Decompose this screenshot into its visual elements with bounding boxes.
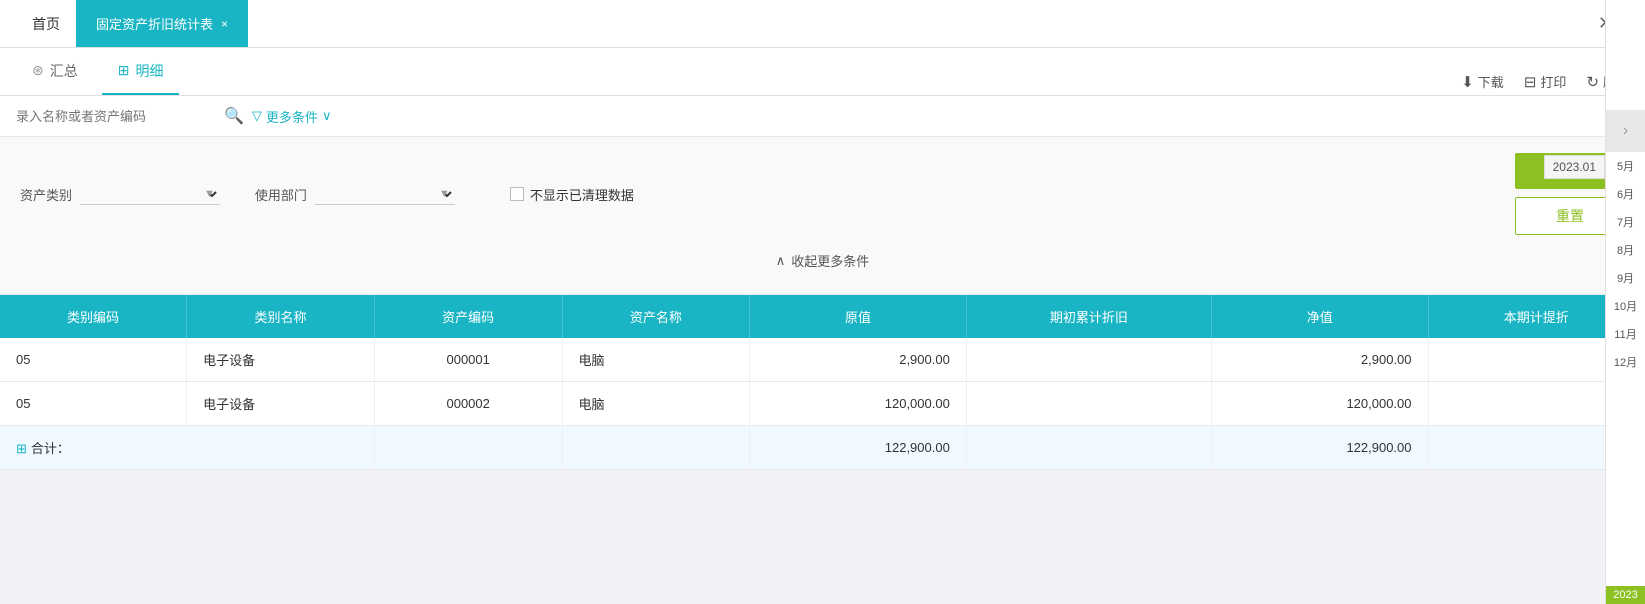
cell-category-name: 电子设备 (187, 382, 375, 426)
total-label: ⊞合计： (0, 426, 374, 470)
total-net-value: 122,900.00 (1211, 426, 1428, 470)
hide-cleared-label: 不显示已清理数据 (530, 185, 634, 204)
date-range-text: 2023.01 (1553, 160, 1596, 174)
cell-net-value: 120,000.00 (1211, 382, 1428, 426)
hide-cleared-filter: 不显示已清理数据 (510, 185, 634, 204)
dept-filter: 使用部门 ▼ (255, 183, 450, 205)
detail-label: 明细 (135, 61, 163, 81)
print-button[interactable]: ⊟ 打印 (1524, 72, 1567, 91)
more-conditions-label: 更多条件 (266, 107, 318, 126)
date-range-label[interactable]: 2023.01 (1544, 155, 1605, 179)
table-header-row: 类别编码 类别名称 资产编码 资产名称 原值 期初累计折旧 净值 本期计提折 (0, 295, 1645, 338)
col-asset-name: 资产名称 (562, 295, 750, 338)
collapse-conditions-button[interactable]: ∧ 收起更多条件 (20, 243, 1625, 278)
chevron-down-icon: ∨ (322, 108, 332, 124)
sidebar-month-item[interactable]: 6月 (1614, 180, 1637, 208)
active-tab[interactable]: 固定资产折旧统计表 × (76, 0, 248, 47)
asset-table: 类别编码 类别名称 资产编码 资产名称 原值 期初累计折旧 净值 本期计提折 0… (0, 295, 1645, 470)
cell-category-code: 05 (0, 338, 187, 382)
print-label: 打印 (1540, 72, 1566, 91)
table-total-row: ⊞合计： 122,900.00 122,900.00 (0, 426, 1645, 470)
search-input[interactable] (16, 109, 216, 124)
cell-accumulated-depreciation (966, 382, 1211, 426)
print-icon: ⊟ (1524, 73, 1537, 91)
tab-close-icon[interactable]: × (221, 17, 228, 31)
dept-select[interactable] (315, 183, 455, 205)
tab-summary[interactable]: ⊛ 汇总 (16, 48, 94, 95)
filter-icon: ▽ (252, 108, 262, 124)
tab-label: 固定资产折旧统计表 (96, 14, 213, 33)
tab-bar: ⊛ 汇总 ⊞ 明细 ⬇ 下载 ⊟ 打印 ↻ 刷新 (0, 48, 1645, 96)
sidebar-month-item[interactable]: 12月 (1614, 348, 1637, 376)
hide-cleared-checkbox[interactable] (510, 187, 524, 201)
cell-original-value: 2,900.00 (750, 338, 967, 382)
table-row: 05 电子设备 000002 电脑 120,000.00 120,000.00 (0, 382, 1645, 426)
cell-category-name: 电子设备 (187, 338, 375, 382)
cell-asset-code: 000001 (374, 338, 562, 382)
cell-asset-name: 电脑 (562, 338, 750, 382)
col-accumulated-depreciation: 期初累计折旧 (966, 295, 1211, 338)
summary-icon: ⊛ (32, 62, 44, 79)
dept-dropdown-arrow: ▼ (439, 188, 450, 200)
more-conditions-button[interactable]: ▽ 更多条件 ∨ (252, 107, 332, 126)
sidebar-month-item[interactable]: 10月 (1614, 292, 1637, 320)
total-asset-name (562, 426, 750, 470)
detail-icon: ⊞ (118, 62, 130, 79)
total-accumulated-depreciation (966, 426, 1211, 470)
col-category-name: 类别名称 (187, 295, 375, 338)
cell-accumulated-depreciation (966, 338, 1211, 382)
col-asset-code: 资产编码 (374, 295, 562, 338)
collapse-label: 收起更多条件 (791, 251, 869, 270)
search-bar: 🔍 ▽ 更多条件 ∨ (0, 96, 1645, 137)
home-nav-item[interactable]: 首页 (16, 0, 76, 47)
col-category-code: 类别编码 (0, 295, 187, 338)
right-sidebar: › 5月6月7月8月9月10月11月12月 2023 (1605, 0, 1645, 604)
sidebar-month-item[interactable]: 7月 (1614, 208, 1637, 236)
chevron-up-icon: ∧ (776, 253, 786, 269)
asset-type-filter: 资产类别 ▼ (20, 183, 215, 205)
cell-category-code: 05 (0, 382, 187, 426)
col-original-value: 原值 (750, 295, 967, 338)
table-row: 05 电子设备 000001 电脑 2,900.00 2,900.00 (0, 338, 1645, 382)
sidebar-month-item[interactable]: 9月 (1614, 264, 1637, 292)
total-asset-code (374, 426, 562, 470)
sidebar-month-item[interactable]: 11月 (1614, 320, 1637, 348)
top-nav: 首页 固定资产折旧统计表 × ✕ (0, 0, 1645, 48)
cell-net-value: 2,900.00 (1211, 338, 1428, 382)
asset-type-dropdown-arrow: ▼ (204, 188, 215, 200)
sidebar-month-item[interactable]: 5月 (1614, 152, 1637, 180)
download-icon: ⬇ (1461, 73, 1474, 91)
year-badge: 2023 (1606, 586, 1645, 604)
refresh-icon: ↻ (1586, 73, 1599, 91)
asset-type-select[interactable] (80, 183, 220, 205)
download-button[interactable]: ⬇ 下载 (1461, 72, 1504, 91)
summary-label: 汇总 (50, 61, 78, 81)
cell-original-value: 120,000.00 (750, 382, 967, 426)
download-label: 下载 (1478, 72, 1504, 91)
total-original-value: 122,900.00 (750, 426, 967, 470)
search-icon[interactable]: 🔍 (224, 106, 244, 126)
dept-label: 使用部门 (255, 185, 307, 204)
home-label: 首页 (32, 14, 60, 34)
cell-asset-code: 000002 (374, 382, 562, 426)
sidebar-expand-button[interactable]: › (1606, 110, 1645, 152)
cell-asset-name: 电脑 (562, 382, 750, 426)
asset-type-label: 资产类别 (20, 185, 72, 204)
table-container: 类别编码 类别名称 资产编码 资产名称 原值 期初累计折旧 净值 本期计提折 0… (0, 295, 1645, 470)
filter-area: 资产类别 ▼ 使用部门 ▼ (0, 137, 1645, 295)
col-net-value: 净值 (1211, 295, 1428, 338)
tab-detail[interactable]: ⊞ 明细 (102, 48, 180, 95)
sidebar-month-item[interactable]: 8月 (1614, 236, 1637, 264)
